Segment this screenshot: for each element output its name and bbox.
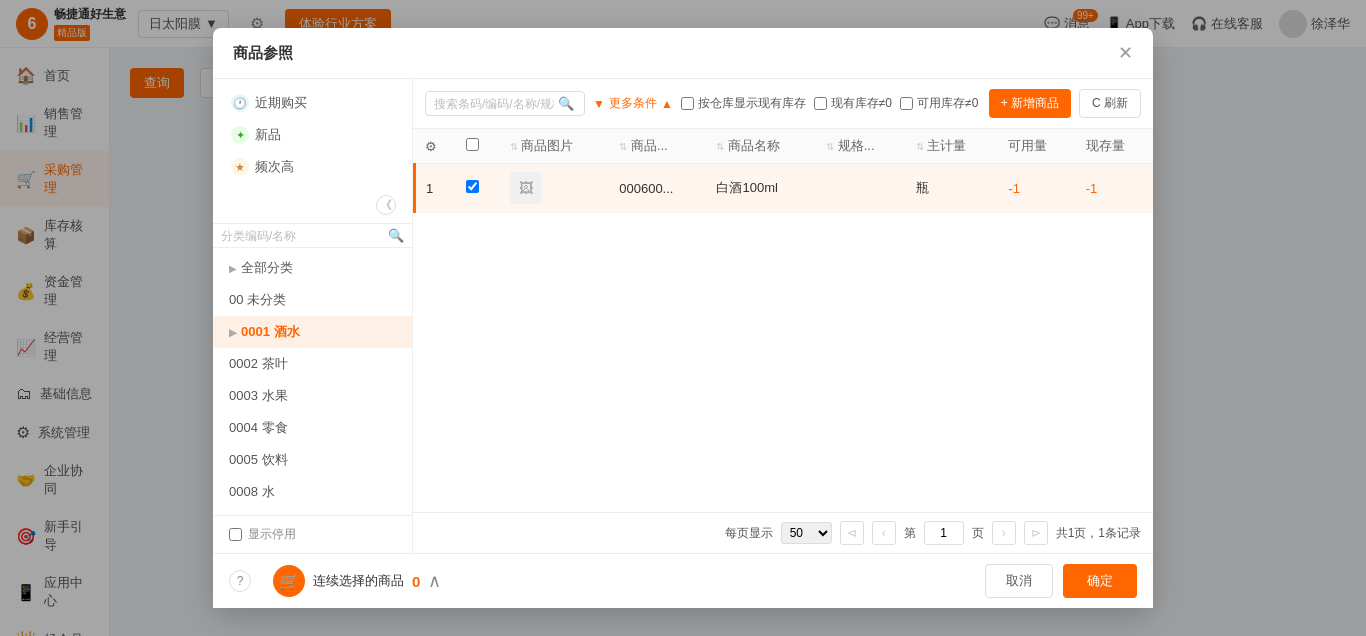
next-page-button[interactable]: › [992, 521, 1016, 545]
cart-collapse-icon[interactable]: ∧ [428, 570, 441, 592]
td-name: 白酒100ml [706, 164, 816, 213]
page-size-select[interactable]: 50 10 20 100 [781, 522, 832, 544]
category-item-2[interactable]: 0002 茶叶 [213, 348, 412, 380]
table-header-row: ⚙ ⇅ 商品图片 ⇅ 商品... [415, 129, 1154, 164]
cart-count: 0 [412, 573, 420, 590]
product-reference-modal: 商品参照 ✕ 🕐 近期购买 ✦ 新品 ★ 频次高 [213, 28, 1153, 608]
td-available: -1 [998, 164, 1075, 213]
td-stock: -1 [1076, 164, 1153, 213]
th-stock[interactable]: 现存量 [1076, 129, 1153, 164]
td-unit: 瓶 [906, 164, 999, 213]
sort-icon-img: ⇅ [510, 141, 518, 152]
category-item-5[interactable]: 0005 饮料 [213, 444, 412, 476]
product-search-input[interactable] [434, 97, 554, 111]
first-page-button[interactable]: ⊲ [840, 521, 864, 545]
prev-page-button[interactable]: ‹ [872, 521, 896, 545]
th-checkbox[interactable] [456, 129, 499, 164]
th-spec[interactable]: ⇅ 规格... [816, 129, 906, 164]
modal-left-panel: 🕐 近期购买 ✦ 新品 ★ 频次高 《 [213, 79, 413, 553]
modal-left-footer: 显示停用 [213, 515, 412, 553]
cart-area: 🛒 连续选择的商品 0 ∧ [273, 565, 441, 597]
category-item-3[interactable]: 0003 水果 [213, 380, 412, 412]
stock-neq-checkbox-input[interactable] [814, 97, 827, 110]
modal-right-panel: 🔍 ▼ 更多条件 ▲ 按仓库显示现有库存 现有库存≠0 [413, 79, 1153, 553]
checkbox-warehouse[interactable]: 按仓库显示现有库存 [681, 95, 806, 112]
filter-icon: ▼ [593, 97, 605, 111]
warehouse-checkbox-input[interactable] [681, 97, 694, 110]
cancel-button[interactable]: 取消 [985, 564, 1053, 598]
collapse-button[interactable]: 《 [376, 195, 396, 215]
td-code: 000600... [609, 164, 706, 213]
product-search-box: 🔍 [425, 91, 585, 116]
sort-icon-name: ⇅ [716, 141, 724, 152]
search-icon-toolbar[interactable]: 🔍 [558, 96, 574, 111]
category-item-6[interactable]: 0008 水 [213, 476, 412, 508]
td-spec [816, 164, 906, 213]
modal-header: 商品参照 ✕ [213, 28, 1153, 79]
recent-icon: 🕐 [231, 94, 249, 112]
help-icon[interactable]: ? [229, 570, 251, 592]
total-info: 共1页，1条记录 [1056, 525, 1141, 542]
footer-actions: ? 🛒 连续选择的商品 0 ∧ [229, 565, 441, 597]
show-disabled-checkbox[interactable]: 显示停用 [229, 526, 396, 543]
quick-item-freq[interactable]: ★ 频次高 [221, 151, 404, 183]
modal-close-button[interactable]: ✕ [1118, 42, 1133, 64]
th-settings[interactable]: ⚙ [415, 129, 457, 164]
product-table-wrapper: ⚙ ⇅ 商品图片 ⇅ 商品... [413, 129, 1153, 512]
category-item-7[interactable]: 0010 家电 [213, 508, 412, 515]
toolbar-right-buttons: + 新增商品 C 刷新 [989, 89, 1141, 118]
checkbox-stock-neq[interactable]: 现有库存≠0 [814, 95, 892, 112]
category-item-0[interactable]: 00 未分类 [213, 284, 412, 316]
td-image: 🖼 [500, 164, 610, 213]
th-name[interactable]: ⇅ 商品名称 [706, 129, 816, 164]
settings-icon: ⚙ [425, 139, 437, 154]
quick-item-recent[interactable]: 🕐 近期购买 [221, 87, 404, 119]
select-all-checkbox[interactable] [466, 138, 479, 151]
modal-toolbar: 🔍 ▼ 更多条件 ▲ 按仓库显示现有库存 现有库存≠0 [413, 79, 1153, 129]
disabled-checkbox-input[interactable] [229, 528, 242, 541]
category-search: 🔍 [213, 224, 412, 248]
page-number-input[interactable] [924, 521, 964, 545]
search-icon[interactable]: 🔍 [388, 228, 404, 243]
arrow-icon-1: ▶ [229, 327, 237, 338]
pagination: 每页显示 50 10 20 100 ⊲ ‹ 第 页 › ⊳ 共1页，1条记录 [413, 512, 1153, 553]
arrow-icon: ▶ [229, 263, 237, 274]
product-image: 🖼 [510, 172, 542, 204]
checkbox-available-neq[interactable]: 可用库存≠0 [900, 95, 978, 112]
td-index: 1 [415, 164, 457, 213]
modal-title: 商品参照 [233, 44, 293, 63]
new-icon: ✦ [231, 126, 249, 144]
product-table: ⚙ ⇅ 商品图片 ⇅ 商品... [413, 129, 1153, 213]
th-unit[interactable]: ⇅ 主计量 [906, 129, 999, 164]
th-available[interactable]: 可用量 [998, 129, 1075, 164]
th-image[interactable]: ⇅ 商品图片 [500, 129, 610, 164]
sort-icon-spec: ⇅ [826, 141, 834, 152]
filter-collapse-icon: ▲ [661, 97, 673, 111]
category-item-all[interactable]: ▶ 全部分类 [213, 252, 412, 284]
last-page-button[interactable]: ⊳ [1024, 521, 1048, 545]
category-list: ▶ 全部分类 00 未分类 ▶ 0001 酒水 0002 茶叶 0003 水果 [213, 248, 412, 515]
row-checkbox[interactable] [466, 180, 479, 193]
confirm-button[interactable]: 确定 [1063, 564, 1137, 598]
table-row[interactable]: 1 🖼 000600... 白酒100ml 瓶 -1 -1 [415, 164, 1154, 213]
modal-footer: ? 🛒 连续选择的商品 0 ∧ 取消 确定 [213, 553, 1153, 608]
available-neq-checkbox-input[interactable] [900, 97, 913, 110]
quick-item-new[interactable]: ✦ 新品 [221, 119, 404, 151]
freq-icon: ★ [231, 158, 249, 176]
footer-right-buttons: 取消 确定 [985, 564, 1137, 598]
quick-access-section: 🕐 近期购买 ✦ 新品 ★ 频次高 [213, 79, 412, 191]
modal-body: 🕐 近期购买 ✦ 新品 ★ 频次高 《 [213, 79, 1153, 553]
add-product-button[interactable]: + 新增商品 [989, 89, 1071, 118]
sort-icon-unit: ⇅ [916, 141, 924, 152]
cart-icon[interactable]: 🛒 [273, 565, 305, 597]
th-code[interactable]: ⇅ 商品... [609, 129, 706, 164]
modal-backdrop: 商品参照 ✕ 🕐 近期购买 ✦ 新品 ★ 频次高 [0, 0, 1366, 636]
category-item-4[interactable]: 0004 零食 [213, 412, 412, 444]
td-checkbox[interactable] [456, 164, 499, 213]
category-search-input[interactable] [221, 229, 388, 243]
filter-button[interactable]: ▼ 更多条件 ▲ [593, 95, 673, 112]
sort-icon-code: ⇅ [619, 141, 627, 152]
refresh-button[interactable]: C 刷新 [1079, 89, 1141, 118]
category-item-1[interactable]: ▶ 0001 酒水 [213, 316, 412, 348]
